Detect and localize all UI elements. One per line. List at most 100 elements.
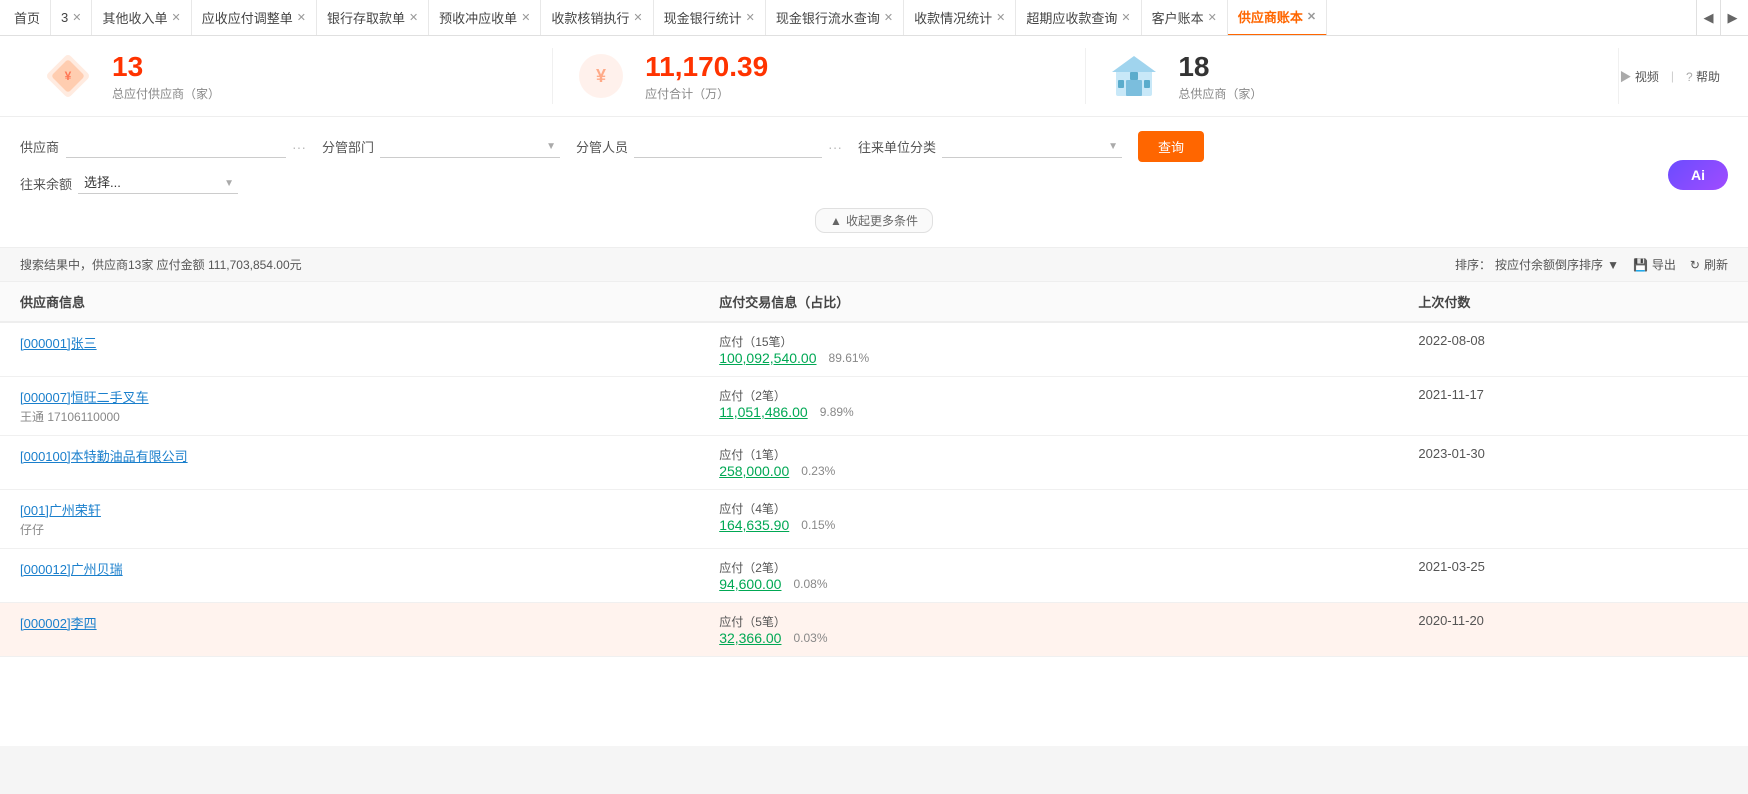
sort-value: 按应付余额倒序排序 [1495,256,1603,273]
nav-tab-bank-deposit[interactable]: 银行存取款单 ✕ [317,0,429,36]
table-row: [000007]恒旺二手叉车王通 17106110000应付（2笔）11,051… [0,377,1748,436]
nav-tab-home-label: 首页 [14,8,40,27]
tx-amount[interactable]: 164,635.90 [719,517,789,533]
supplier-link[interactable]: [000012]广州贝瑞 [20,562,123,577]
close-icon[interactable]: ✕ [521,11,530,24]
col-last-payment: 上次付数 [1398,282,1748,322]
supplier-dots-button[interactable]: ··· [292,139,306,155]
category-select[interactable] [942,136,1122,158]
tx-amount[interactable]: 32,366.00 [719,630,781,646]
balance-select[interactable]: 选择... [78,172,238,194]
summary-card3-info: 18 总供应商（家） [1178,50,1262,103]
tx-percentage: 89.61% [829,351,870,365]
nav-next-button[interactable]: ▶ [1720,0,1744,36]
collapse-button[interactable]: ▲ 收起更多条件 [815,208,933,233]
filter-category: 往来单位分类 ▼ [858,136,1122,158]
payable-total-label: 应付合计（万） [645,85,768,102]
close-icon[interactable]: ✕ [72,11,81,24]
collapse-label: 收起更多条件 [846,212,918,229]
close-icon[interactable]: ✕ [297,11,306,24]
nav-tab-3[interactable]: 3 ✕ [51,0,92,36]
supplier-link[interactable]: [000002]李四 [20,616,97,631]
nav-tab-ar-ap-adjust[interactable]: 应收应付调整单 ✕ [192,0,317,36]
close-icon[interactable]: ✕ [633,11,642,24]
nav-arrows: ◀ ▶ [1696,0,1744,36]
help-link[interactable]: ? 帮助 [1686,68,1720,85]
dept-select[interactable] [380,136,560,158]
tx-amount[interactable]: 100,092,540.00 [719,350,816,366]
supplier-label: 供应商 [20,137,60,156]
summary-top-right: ▶ 视频 | ? 帮助 [1619,68,1728,85]
nav-tab-customer-ledger[interactable]: 客户账本 ✕ [1142,0,1228,36]
table-header-row: 供应商信息 应付交易信息（占比） 上次付数 [0,282,1748,322]
person-dots-button[interactable]: ··· [828,139,842,155]
supplier-link[interactable]: [001]广州荣轩 [20,503,101,518]
close-icon[interactable]: ✕ [1307,10,1316,23]
person-input[interactable] [634,136,822,158]
sort-button[interactable]: 排序： 按应付余额倒序排序 ▼ [1455,256,1619,273]
supplier-link[interactable]: [000001]张三 [20,336,97,351]
ai-assistant-button[interactable]: Ai [1668,160,1728,190]
supplier-cell: [000001]张三 [0,322,699,377]
supplier-sub-info: 仔仔 [20,521,679,538]
nav-tab-cash-bank-stat[interactable]: 现金银行统计 ✕ [654,0,766,36]
filter-person: 分管人员 ··· [576,136,842,158]
tx-amount[interactable]: 258,000.00 [719,463,789,479]
total-suppliers-icon [1106,48,1162,104]
payable-total-amount: 11,170.39 [645,50,768,84]
supplier-input[interactable] [66,136,286,158]
dept-label: 分管部门 [322,137,374,156]
nav-tab-collection-stat[interactable]: 收款情况统计 ✕ [904,0,1016,36]
filter-balance: 往来余额 选择... ▼ [20,172,238,194]
money-svg-icon: ¥ [575,50,627,102]
sort-arrow-icon: ▼ [1607,258,1619,272]
nav-tab-other-income[interactable]: 其他收入单 ✕ [92,0,191,36]
summary-card-payable-suppliers: ¥ 13 总应付供应商（家） [20,48,553,104]
export-icon: 💾 [1633,258,1648,272]
filter-dept: 分管部门 ▼ [322,136,560,158]
close-icon[interactable]: ✕ [1208,11,1217,24]
close-icon[interactable]: ✕ [996,11,1005,24]
video-link[interactable]: ▶ 视频 [1619,68,1658,85]
tx-percentage: 0.03% [793,631,827,645]
tx-cell: 应付（2笔）11,051,486.009.89% [699,377,1398,436]
close-icon[interactable]: ✕ [746,11,755,24]
last-payment-cell: 2021-11-17 [1398,377,1748,436]
supplier-cell: [000100]本特勤油品有限公司 [0,436,699,490]
supplier-link[interactable]: [000100]本特勤油品有限公司 [20,449,188,464]
table-row: [000100]本特勤油品有限公司应付（1笔）258,000.000.23%20… [0,436,1748,490]
filter-supplier: 供应商 ··· [20,136,306,158]
close-icon[interactable]: ✕ [409,11,418,24]
nav-prev-button[interactable]: ◀ [1696,0,1720,36]
nav-tab-overdue-ar[interactable]: 超期应收款查询 ✕ [1016,0,1141,36]
tx-amount[interactable]: 11,051,486.00 [719,404,808,420]
tx-label: 应付（4笔） [719,500,1378,517]
tx-amount[interactable]: 94,600.00 [719,576,781,592]
nav-tab-supplier-ledger[interactable]: 供应商账本 ✕ [1228,0,1327,36]
summary-card1-info: 13 总应付供应商（家） [112,50,220,103]
nav-tab-collection-exec[interactable]: 收款核销执行 ✕ [541,0,653,36]
tx-label: 应付（2笔） [719,559,1378,576]
last-payment-cell: 2021-03-25 [1398,549,1748,603]
supplier-link[interactable]: [000007]恒旺二手叉车 [20,390,149,405]
tx-label: 应付（15笔） [719,333,1378,350]
nav-tab-advance-write-off[interactable]: 预收冲应收单 ✕ [429,0,541,36]
tx-cell: 应付（2笔）94,600.000.08% [699,549,1398,603]
tx-amount-row: 11,051,486.009.89% [719,404,1378,420]
export-button[interactable]: 💾 导出 [1633,256,1676,273]
nav-tab-cash-bank-flow[interactable]: 现金银行流水查询 ✕ [766,0,904,36]
close-icon[interactable]: ✕ [171,11,180,24]
diamond-svg-icon: ¥ [42,50,94,102]
close-icon[interactable]: ✕ [884,11,893,24]
supplier-table: 供应商信息 应付交易信息（占比） 上次付数 [000001]张三应付（15笔）1… [0,282,1748,657]
tx-cell: 应付（4笔）164,635.900.15% [699,490,1398,549]
svg-text:¥: ¥ [65,69,72,83]
refresh-button[interactable]: ↻ 刷新 [1690,256,1728,273]
store-svg-icon [1108,50,1160,102]
nav-tab-home[interactable]: 首页 [4,0,51,36]
payable-suppliers-count: 13 [112,50,220,84]
result-info: 搜索结果中，供应商13家 应付金额 111,703,854.00元 [20,256,302,273]
table-row: [001]广州荣轩仔仔 应付（4笔）164,635.900.15% [0,490,1748,549]
close-icon[interactable]: ✕ [1121,11,1130,24]
query-button[interactable]: 查询 [1138,131,1204,162]
